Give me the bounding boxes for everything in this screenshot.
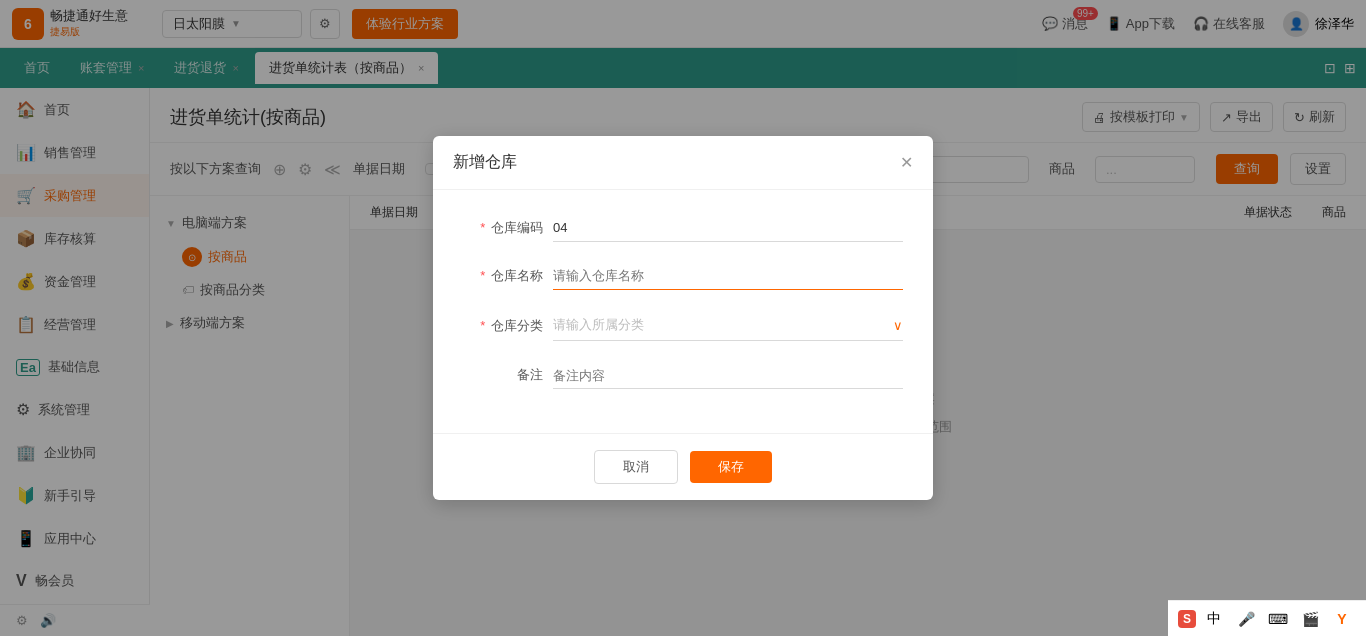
warehouse-code-input[interactable] [553,214,903,242]
form-row-code: * 仓库编码 [463,214,903,242]
name-label-text: 仓库名称 [491,268,543,283]
warehouse-name-input[interactable] [553,262,903,290]
chinese-input-icon[interactable]: 中 [1200,605,1228,633]
cancel-button[interactable]: 取消 [594,450,678,484]
note-label: 备注 [463,366,543,384]
dialog-footer: 取消 保存 [433,433,933,500]
form-row-name: * 仓库名称 [463,262,903,290]
s-logo: S [1178,610,1196,628]
microphone-icon[interactable]: 🎤 [1232,605,1260,633]
category-select-arrow: ∨ [893,318,903,333]
camera-icon[interactable]: 🎬 [1296,605,1324,633]
category-placeholder: 请输入所属分类 [553,316,644,334]
dialog-title: 新增仓库 [453,152,517,173]
form-row-note: 备注 [463,361,903,389]
bottom-bar: S 中 🎤 ⌨ 🎬 Y [1168,600,1366,636]
category-label-text: 仓库分类 [491,318,543,333]
name-label: * 仓库名称 [463,267,543,285]
form-row-category: * 仓库分类 请输入所属分类 ∨ [463,310,903,341]
note-label-text: 备注 [517,367,543,382]
category-required: * [480,318,485,333]
extra-icon[interactable]: Y [1328,605,1356,633]
new-warehouse-dialog: 新增仓库 ✕ * 仓库编码 * 仓库名称 [433,136,933,500]
name-required: * [480,268,485,283]
modal-overlay: 新增仓库 ✕ * 仓库编码 * 仓库名称 [0,0,1366,636]
category-label: * 仓库分类 [463,317,543,335]
dialog-body: * 仓库编码 * 仓库名称 * 仓库分类 请输入 [433,190,933,433]
dialog-header: 新增仓库 ✕ [433,136,933,190]
dialog-close-button[interactable]: ✕ [900,153,913,172]
code-required: * [480,220,485,235]
save-button[interactable]: 保存 [690,451,772,483]
code-label: * 仓库编码 [463,219,543,237]
keyboard-icon[interactable]: ⌨ [1264,605,1292,633]
warehouse-category-select[interactable]: 请输入所属分类 ∨ [553,310,903,341]
code-label-text: 仓库编码 [491,220,543,235]
note-textarea[interactable] [553,361,903,389]
